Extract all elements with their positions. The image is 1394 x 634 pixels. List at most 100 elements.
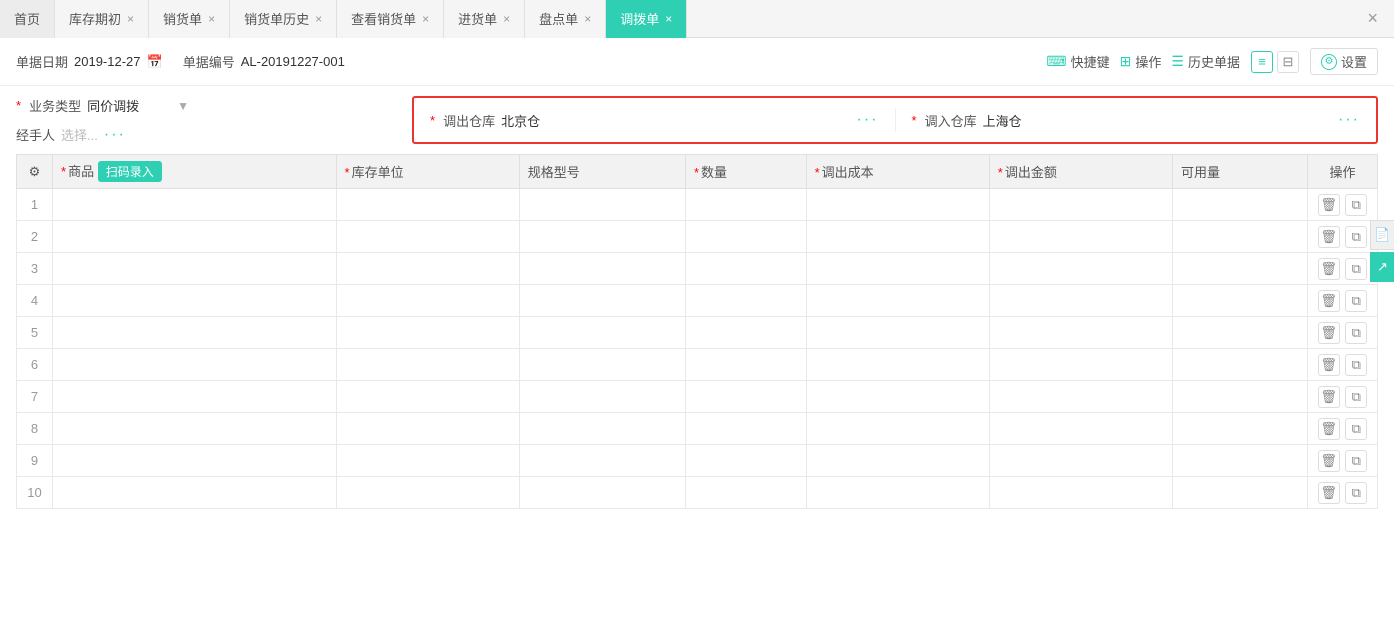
row-unit-1[interactable] (336, 189, 519, 221)
delete-icon-10[interactable]: 🗑 (1318, 482, 1340, 504)
row-cost-1[interactable] (806, 189, 989, 221)
delete-icon-5[interactable]: 🗑 (1318, 322, 1340, 344)
row-unit-5[interactable] (336, 317, 519, 349)
row-available-8[interactable] (1173, 413, 1308, 445)
copy-icon-1[interactable]: ⧉ (1345, 194, 1367, 216)
copy-icon-9[interactable]: ⧉ (1345, 450, 1367, 472)
handler-placeholder[interactable]: 选择... (61, 125, 98, 144)
delete-icon-9[interactable]: 🗑 (1318, 450, 1340, 472)
list-view-button[interactable]: ≡ (1251, 51, 1273, 73)
row-amount-8[interactable] (989, 413, 1172, 445)
tab-stocktake-close[interactable]: × (584, 12, 591, 26)
warehouse-out-more[interactable]: ··· (857, 111, 879, 129)
row-product-2[interactable] (53, 221, 337, 253)
row-unit-9[interactable] (336, 445, 519, 477)
row-amount-10[interactable] (989, 477, 1172, 509)
row-unit-6[interactable] (336, 349, 519, 381)
row-product-8[interactable] (53, 413, 337, 445)
copy-icon-5[interactable]: ⧉ (1345, 322, 1367, 344)
row-qty-8[interactable] (685, 413, 806, 445)
row-qty-9[interactable] (685, 445, 806, 477)
row-amount-4[interactable] (989, 285, 1172, 317)
tab-inventory-init-close[interactable]: × (127, 12, 134, 26)
row-unit-4[interactable] (336, 285, 519, 317)
row-available-10[interactable] (1173, 477, 1308, 509)
grid-view-button[interactable]: ⊟ (1277, 51, 1299, 73)
delete-icon-4[interactable]: 🗑 (1318, 290, 1340, 312)
row-amount-2[interactable] (989, 221, 1172, 253)
row-cost-2[interactable] (806, 221, 989, 253)
row-cost-3[interactable] (806, 253, 989, 285)
scan-barcode-button[interactable]: 扫码录入 (98, 161, 162, 182)
row-available-6[interactable] (1173, 349, 1308, 381)
shortcuts-button[interactable]: ⌨ 快捷键 (1046, 52, 1109, 71)
row-amount-3[interactable] (989, 253, 1172, 285)
row-spec-7[interactable] (519, 381, 685, 413)
row-spec-3[interactable] (519, 253, 685, 285)
row-available-7[interactable] (1173, 381, 1308, 413)
business-type-dropdown[interactable]: ▼ (173, 99, 193, 113)
row-spec-9[interactable] (519, 445, 685, 477)
row-unit-7[interactable] (336, 381, 519, 413)
row-qty-3[interactable] (685, 253, 806, 285)
row-spec-10[interactable] (519, 477, 685, 509)
tab-stocktake[interactable]: 盘点单 × (525, 0, 606, 38)
row-qty-2[interactable] (685, 221, 806, 253)
row-amount-9[interactable] (989, 445, 1172, 477)
row-product-7[interactable] (53, 381, 337, 413)
row-spec-8[interactable] (519, 413, 685, 445)
tab-sales-order[interactable]: 销货单 × (149, 0, 230, 38)
tab-sales-history[interactable]: 销货单历史 × (230, 0, 337, 38)
tab-view-sales-close[interactable]: × (422, 12, 429, 26)
row-spec-5[interactable] (519, 317, 685, 349)
tab-sales-order-close[interactable]: × (208, 12, 215, 26)
history-button[interactable]: ☰ 历史单据 (1171, 52, 1240, 71)
row-unit-2[interactable] (336, 221, 519, 253)
row-available-1[interactable] (1173, 189, 1308, 221)
row-qty-1[interactable] (685, 189, 806, 221)
row-cost-7[interactable] (806, 381, 989, 413)
row-amount-5[interactable] (989, 317, 1172, 349)
row-unit-8[interactable] (336, 413, 519, 445)
operations-button[interactable]: ⊞ 操作 (1120, 52, 1162, 71)
copy-icon-4[interactable]: ⧉ (1345, 290, 1367, 312)
tab-sales-history-close[interactable]: × (315, 12, 322, 26)
row-cost-6[interactable] (806, 349, 989, 381)
delete-icon-2[interactable]: 🗑 (1318, 226, 1340, 248)
row-amount-1[interactable] (989, 189, 1172, 221)
copy-icon-8[interactable]: ⧉ (1345, 418, 1367, 440)
row-product-5[interactable] (53, 317, 337, 349)
row-amount-7[interactable] (989, 381, 1172, 413)
settings-button[interactable]: ⚙ 设置 (1310, 48, 1378, 75)
float-export-button[interactable]: ↗ (1370, 252, 1394, 282)
row-available-2[interactable] (1173, 221, 1308, 253)
row-available-3[interactable] (1173, 253, 1308, 285)
row-product-10[interactable] (53, 477, 337, 509)
row-cost-10[interactable] (806, 477, 989, 509)
row-available-4[interactable] (1173, 285, 1308, 317)
row-spec-1[interactable] (519, 189, 685, 221)
copy-icon-10[interactable]: ⧉ (1345, 482, 1367, 504)
row-spec-6[interactable] (519, 349, 685, 381)
tab-purchase-close[interactable]: × (503, 12, 510, 26)
copy-icon-3[interactable]: ⧉ (1345, 258, 1367, 280)
row-qty-5[interactable] (685, 317, 806, 349)
row-spec-4[interactable] (519, 285, 685, 317)
delete-icon-3[interactable]: 🗑 (1318, 258, 1340, 280)
tab-purchase[interactable]: 进货单 × (444, 0, 525, 38)
tab-home[interactable]: 首页 (0, 0, 55, 38)
copy-icon-6[interactable]: ⧉ (1345, 354, 1367, 376)
handler-more[interactable]: ··· (104, 126, 126, 144)
delete-icon-1[interactable]: 🗑 (1318, 194, 1340, 216)
copy-icon-7[interactable]: ⧉ (1345, 386, 1367, 408)
row-cost-9[interactable] (806, 445, 989, 477)
delete-icon-7[interactable]: 🗑 (1318, 386, 1340, 408)
copy-icon-2[interactable]: ⧉ (1345, 226, 1367, 248)
row-product-4[interactable] (53, 285, 337, 317)
row-qty-6[interactable] (685, 349, 806, 381)
float-doc-button[interactable]: 📄 (1370, 220, 1394, 250)
row-qty-10[interactable] (685, 477, 806, 509)
row-qty-4[interactable] (685, 285, 806, 317)
row-spec-2[interactable] (519, 221, 685, 253)
calendar-icon[interactable]: 📅 (147, 54, 163, 70)
